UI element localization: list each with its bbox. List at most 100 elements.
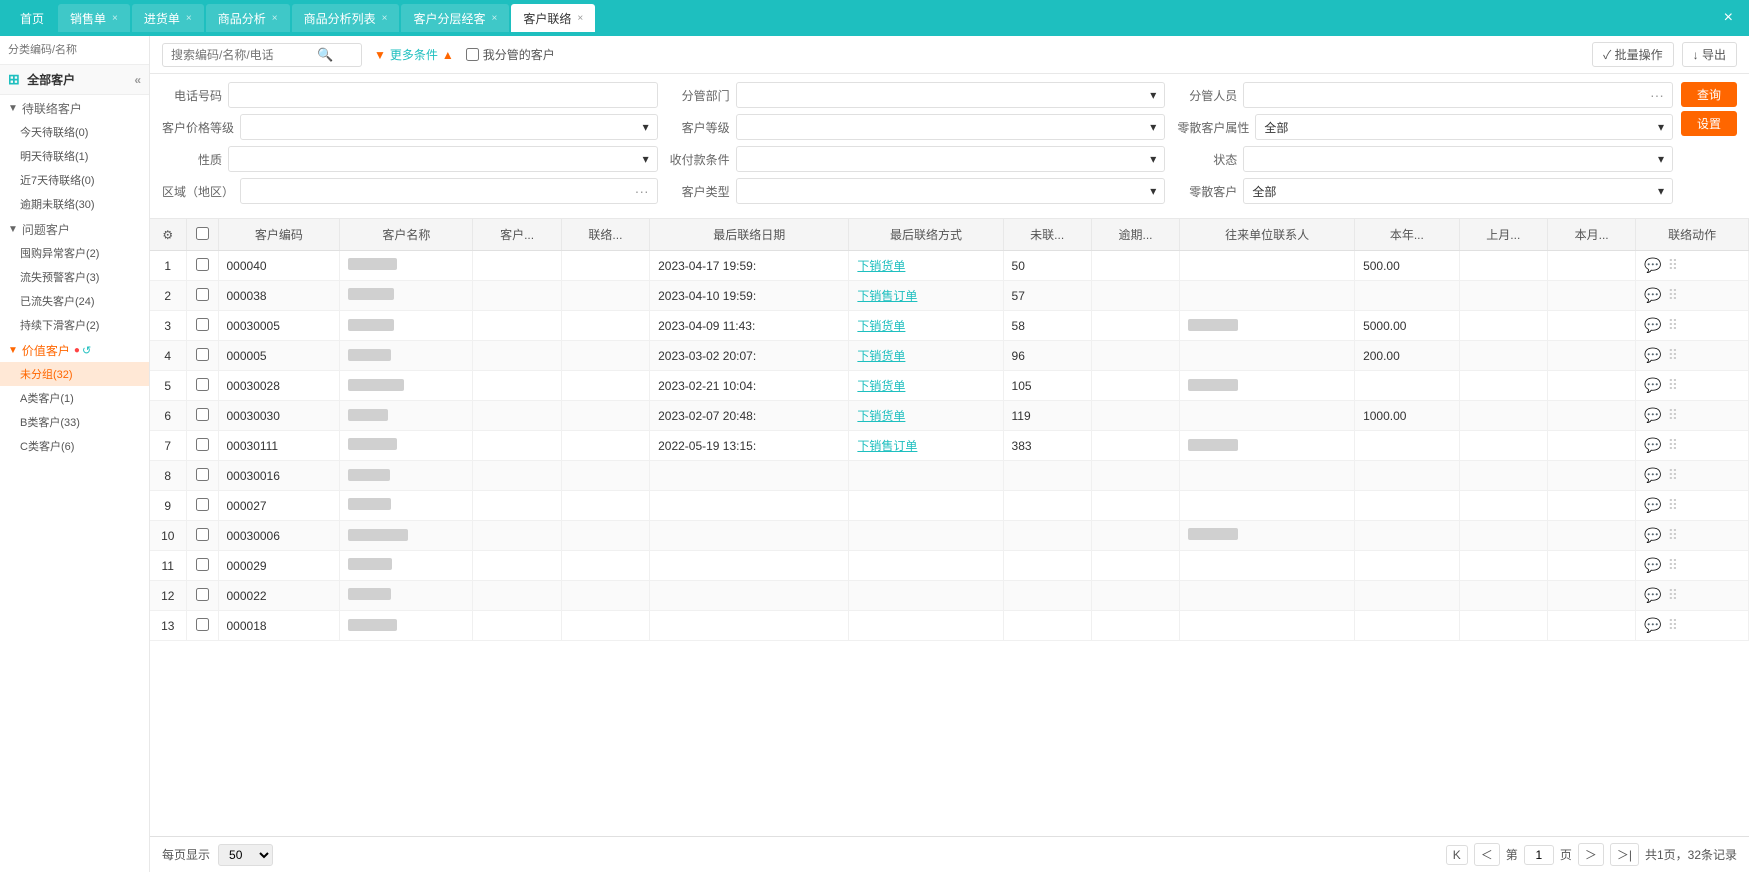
sidebar-item-class-c[interactable]: C类客户(6) [0, 434, 149, 458]
group-problem-customers[interactable]: ▼ 问题客户 [0, 216, 149, 241]
more-action-icon[interactable]: ⠿ [1668, 617, 1678, 634]
all-customers-header[interactable]: ⊞ 全部客户 « [0, 65, 149, 95]
tab-customer-contact-close[interactable]: × [577, 13, 583, 24]
tab-product-list-close[interactable]: × [382, 13, 388, 24]
row-checkbox[interactable] [196, 588, 209, 601]
td-checkbox[interactable] [186, 431, 218, 461]
row-checkbox[interactable] [196, 468, 209, 481]
th-select-all[interactable] [186, 219, 218, 251]
td-checkbox[interactable] [186, 401, 218, 431]
th-no-contact[interactable]: 未联... [1003, 219, 1091, 251]
td-checkbox[interactable] [186, 341, 218, 371]
sidebar-item-churned[interactable]: 已流失客户(24) [0, 289, 149, 313]
more-action-icon[interactable]: ⠿ [1668, 437, 1678, 454]
th-type[interactable]: 客户... [473, 219, 561, 251]
reset-button[interactable]: 设置 [1681, 111, 1737, 136]
row-checkbox[interactable] [196, 558, 209, 571]
more-action-icon[interactable]: ⠿ [1668, 467, 1678, 484]
tab-sales-order[interactable]: 销售单 × [58, 4, 130, 32]
td-checkbox[interactable] [186, 611, 218, 641]
contact-method-link[interactable]: 下销售订单 [857, 289, 917, 303]
main-search-input[interactable] [171, 48, 311, 62]
th-contact[interactable]: 联络... [561, 219, 649, 251]
export-button[interactable]: ↓ 导出 [1682, 42, 1737, 67]
window-close-button[interactable]: × [1716, 9, 1741, 27]
sidebar-item-class-a[interactable]: A类客户(1) [0, 386, 149, 410]
row-checkbox[interactable] [196, 618, 209, 631]
sidebar-item-tomorrow-pending[interactable]: 明天待联络(1) [0, 144, 149, 168]
row-checkbox[interactable] [196, 408, 209, 421]
row-checkbox[interactable] [196, 288, 209, 301]
chat-icon[interactable]: 💬 [1644, 497, 1661, 514]
filter-manager-dots[interactable]: ··· [1650, 87, 1664, 103]
contact-method-link[interactable]: 下销货单 [857, 349, 905, 363]
sidebar-item-churn-warning[interactable]: 流失预警客户(3) [0, 265, 149, 289]
filter-select-customer-tier[interactable] [736, 114, 1166, 140]
sidebar-search-input[interactable] [8, 44, 150, 56]
td-checkbox[interactable] [186, 491, 218, 521]
sidebar-item-overdue-pending[interactable]: 逾期未联络(30) [0, 192, 149, 216]
th-settings[interactable]: ⚙ [150, 219, 186, 251]
more-action-icon[interactable]: ⠿ [1668, 377, 1678, 394]
sidebar-search-box[interactable]: 🔍 [0, 36, 149, 65]
chat-icon[interactable]: 💬 [1644, 557, 1661, 574]
more-action-icon[interactable]: ⠿ [1668, 527, 1678, 544]
td-checkbox[interactable] [186, 581, 218, 611]
chat-icon[interactable]: 💬 [1644, 467, 1661, 484]
chat-icon[interactable]: 💬 [1644, 347, 1661, 364]
tab-product-analysis-close[interactable]: × [272, 13, 278, 24]
sidebar-item-unclassified[interactable]: 未分组(32) [0, 362, 149, 386]
th-last-contact-method[interactable]: 最后联络方式 [849, 219, 1003, 251]
row-checkbox[interactable] [196, 258, 209, 271]
tab-home[interactable]: 首页 [8, 4, 56, 32]
chat-icon[interactable]: 💬 [1644, 287, 1661, 304]
sidebar-item-declining[interactable]: 持续下滑客户(2) [0, 313, 149, 337]
sidebar-collapse-icon[interactable]: « [134, 73, 141, 87]
more-action-icon[interactable]: ⠿ [1668, 317, 1678, 334]
contact-method-link[interactable]: 下销售订单 [857, 439, 917, 453]
contact-method-link[interactable]: 下销货单 [857, 379, 905, 393]
chat-icon[interactable]: 💬 [1644, 317, 1661, 334]
tab-purchase-close[interactable]: × [186, 13, 192, 24]
filter-select-price-tier[interactable] [240, 114, 658, 140]
more-action-icon[interactable]: ⠿ [1668, 257, 1678, 274]
chat-icon[interactable]: 💬 [1644, 377, 1661, 394]
main-search-box[interactable]: 🔍 [162, 43, 362, 67]
more-conditions-button[interactable]: ▼ 更多条件 ▲ [374, 46, 454, 63]
select-all-checkbox[interactable] [196, 227, 209, 240]
tab-customer-segment-close[interactable]: × [491, 13, 497, 24]
group-value-customers[interactable]: ▼ 价值客户 ● ↺ [0, 337, 149, 362]
filter-select-dept[interactable] [736, 82, 1166, 108]
filter-input-phone[interactable] [228, 82, 658, 108]
more-action-icon[interactable]: ⠿ [1668, 497, 1678, 514]
td-checkbox[interactable] [186, 281, 218, 311]
first-page-button[interactable]: K [1446, 845, 1468, 865]
last-page-button[interactable]: ＞| [1610, 843, 1639, 866]
sidebar-item-today-pending[interactable]: 今天待联络(0) [0, 120, 149, 144]
row-checkbox[interactable] [196, 498, 209, 511]
contact-method-link[interactable]: 下销货单 [857, 319, 905, 333]
refresh-icon[interactable]: ↺ [82, 344, 91, 357]
tab-product-analysis[interactable]: 商品分析 × [206, 4, 290, 32]
tab-customer-contact[interactable]: 客户联络 × [511, 4, 595, 32]
th-unit-contact[interactable]: 往来单位联系人 [1180, 219, 1355, 251]
filter-select-payment[interactable] [736, 146, 1166, 172]
td-checkbox[interactable] [186, 461, 218, 491]
next-page-button[interactable]: ＞ [1578, 843, 1604, 866]
more-action-icon[interactable]: ⠿ [1668, 287, 1678, 304]
filter-select-nature[interactable] [228, 146, 658, 172]
tab-purchase[interactable]: 进货单 × [132, 4, 204, 32]
main-search-icon[interactable]: 🔍 [317, 47, 333, 63]
row-checkbox[interactable] [196, 348, 209, 361]
filter-select-cust-type[interactable] [736, 178, 1166, 204]
th-last-contact-date[interactable]: 最后联络日期 [650, 219, 849, 251]
filter-select-manager[interactable]: ··· [1243, 82, 1673, 108]
th-this-month[interactable]: 本月... [1547, 219, 1635, 251]
settings-icon[interactable]: ⚙ [162, 228, 173, 242]
contact-method-link[interactable]: 下销货单 [857, 409, 905, 423]
filter-select-region[interactable]: ··· [240, 178, 658, 204]
chat-icon[interactable]: 💬 [1644, 617, 1661, 634]
td-checkbox[interactable] [186, 371, 218, 401]
th-name[interactable]: 客户名称 [340, 219, 473, 251]
td-checkbox[interactable] [186, 521, 218, 551]
